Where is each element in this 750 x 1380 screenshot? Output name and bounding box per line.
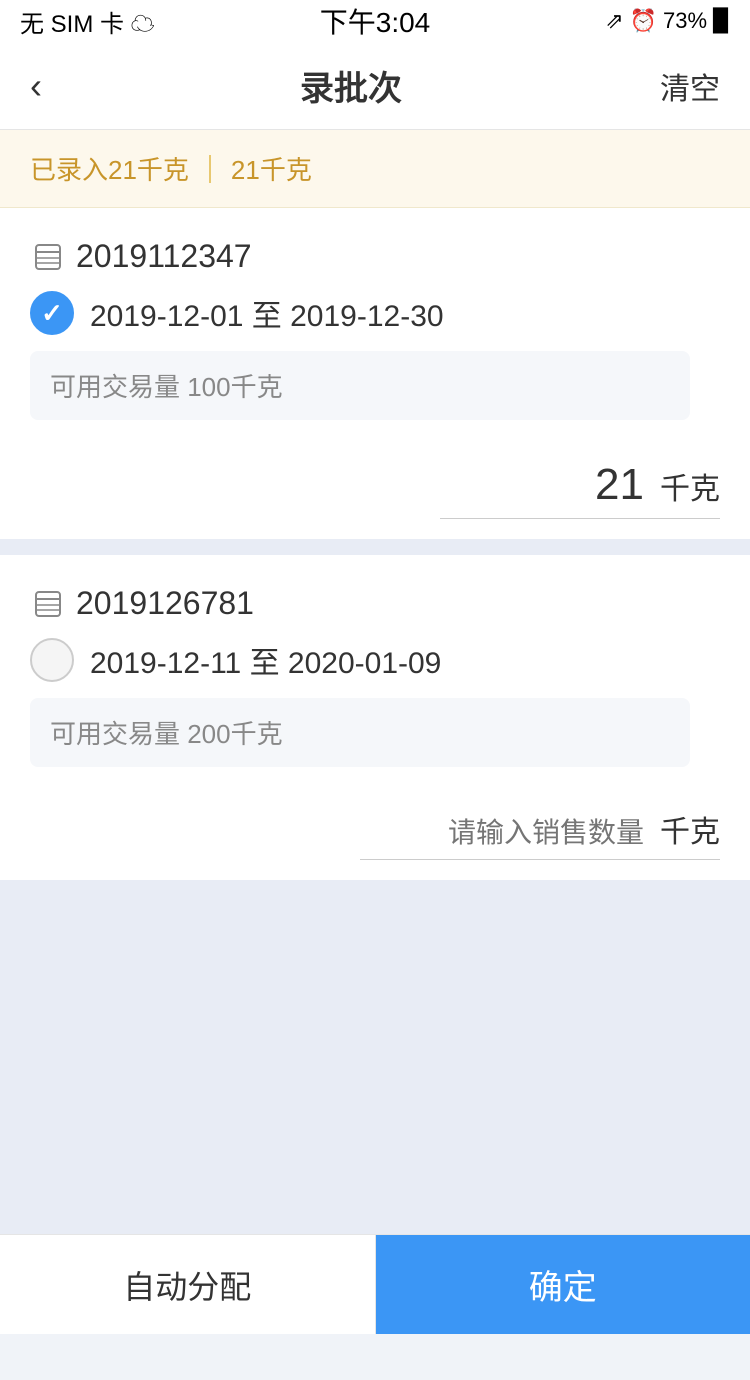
batch1-qty-display: 21 千克 [595, 460, 720, 510]
summary-value: 21千克 [231, 150, 312, 187]
batch2-qty-display: 千克 [384, 807, 720, 851]
auto-distribute-button[interactable]: 自动分配 [0, 1235, 376, 1334]
batch2-radio[interactable] [30, 638, 74, 682]
batch2-qty-input[interactable] [384, 817, 644, 849]
batch2-header: 2019126781 [30, 585, 720, 622]
batch2-card: 2019126781 2019-12-11 至 2020-01-09 可用交易量… [0, 555, 750, 787]
summary-label: 已录入21千克 [30, 150, 189, 187]
batch1-header: 2019112347 [30, 238, 720, 275]
batch1-radio[interactable] [30, 291, 74, 335]
batch1-id: 2019112347 [76, 238, 252, 275]
batch1-date-row: 2019-12-01 至 2019-12-30 [30, 291, 720, 335]
section-separator [0, 539, 750, 555]
nav-bar: ‹ 录批次 清空 [0, 42, 750, 130]
status-left: 无 SIM 卡 ☁ [20, 4, 155, 39]
batch1-qty-unit: 千克 [660, 464, 720, 508]
batch2-qty-unit: 千克 [660, 807, 720, 851]
batch2-qty-row: 千克 [0, 787, 750, 880]
batch2-available: 可用交易量 200千克 [30, 698, 690, 767]
batch2-icon [30, 586, 66, 622]
page-title: 录批次 [300, 61, 402, 110]
batch1-date-range: 2019-12-01 至 2019-12-30 [90, 291, 444, 335]
battery-text: 73% [663, 8, 707, 34]
batch1-qty-value: 21 [595, 460, 644, 510]
batch1-qty-wrapper: 21 千克 [440, 460, 720, 519]
summary-bar: 已录入21千克 21千克 [0, 130, 750, 208]
batch1-icon [30, 239, 66, 275]
batch1-qty-row: 21 千克 [0, 440, 750, 539]
page: 无 SIM 卡 ☁ 下午3:04 ⇗ ⏰ 73% ▉ ‹ 录批次 清空 已录入2… [0, 0, 750, 1380]
status-time: 下午3:04 [320, 1, 431, 41]
batch1-available: 可用交易量 100千克 [30, 351, 690, 420]
batch2-date-range: 2019-12-11 至 2020-01-09 [90, 638, 441, 682]
location-icon: ⇗ [605, 8, 623, 34]
batch1-underline [440, 518, 720, 519]
batch2-id: 2019126781 [76, 585, 254, 622]
status-right: ⇗ ⏰ 73% ▉ [605, 8, 730, 34]
clear-button[interactable]: 清空 [660, 64, 720, 108]
empty-area [0, 880, 750, 1280]
status-bar: 无 SIM 卡 ☁ 下午3:04 ⇗ ⏰ 73% ▉ [0, 0, 750, 42]
alarm-icon: ⏰ [630, 8, 657, 34]
back-button[interactable]: ‹ [30, 65, 42, 107]
batch1-card: 2019112347 2019-12-01 至 2019-12-30 可用交易量… [0, 208, 750, 440]
confirm-button[interactable]: 确定 [376, 1235, 750, 1334]
no-sim-text: 无 SIM 卡 ☁ [20, 4, 155, 39]
batch2-date-row: 2019-12-11 至 2020-01-09 [30, 638, 720, 682]
batch2-underline [360, 859, 720, 860]
summary-divider [209, 155, 211, 183]
batch2-qty-wrapper: 千克 [360, 807, 720, 860]
battery-icon: ▉ [713, 8, 730, 34]
footer: 自动分配 确定 [0, 1234, 750, 1334]
